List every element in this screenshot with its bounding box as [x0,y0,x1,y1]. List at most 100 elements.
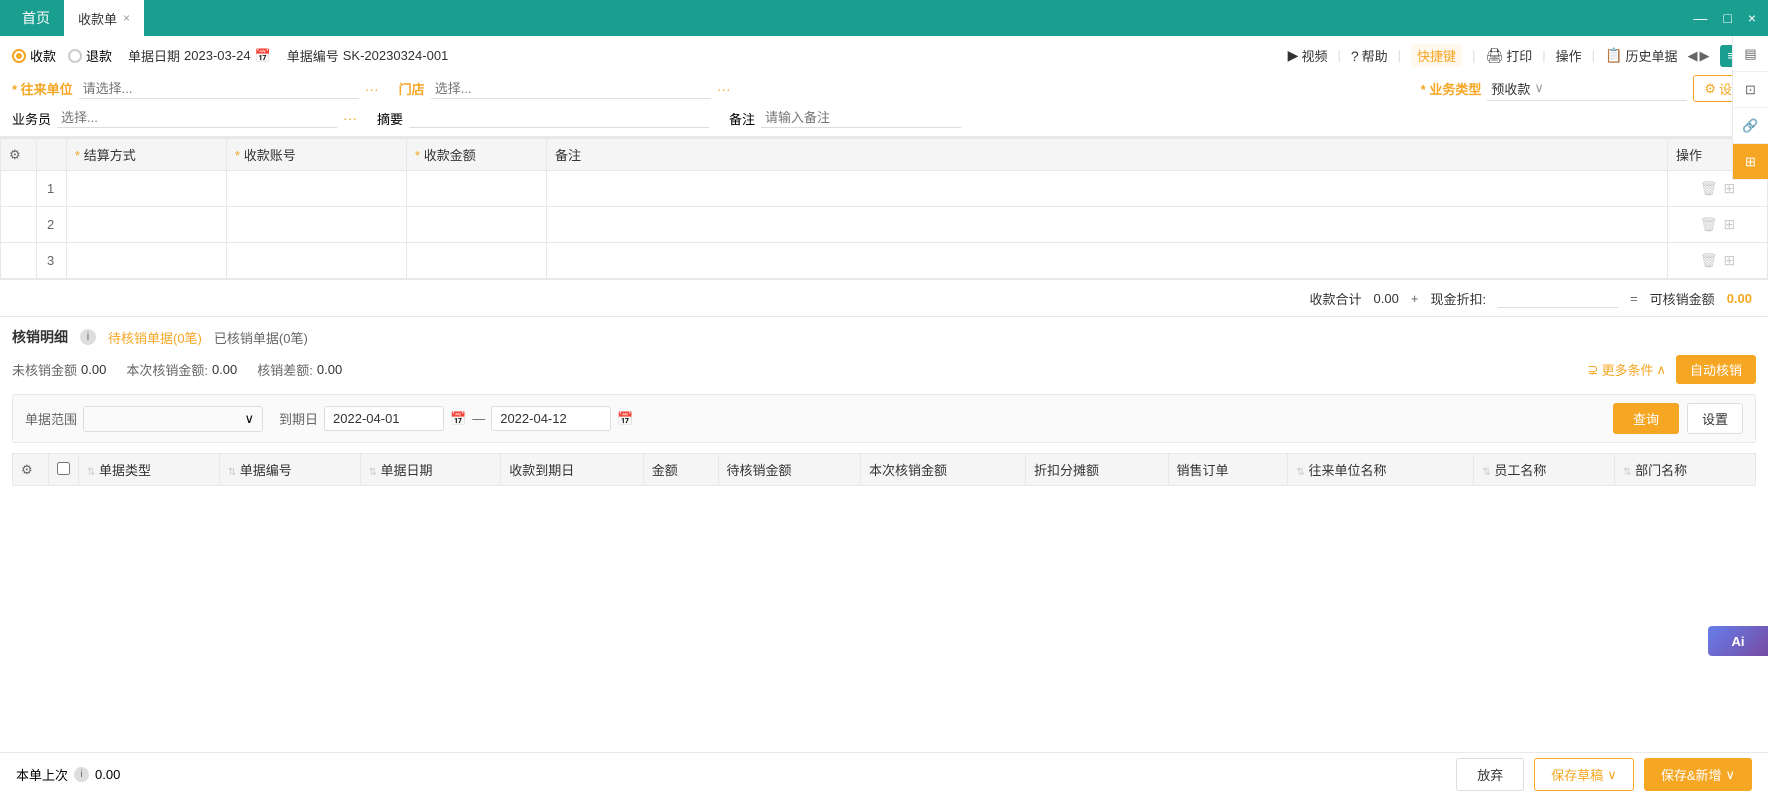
salesperson-input[interactable] [57,108,337,128]
calendar-from-icon[interactable]: 📅 [450,411,466,427]
nav-tab-close-icon[interactable]: × [123,11,130,25]
sidebar-link-icon-btn[interactable]: 🔗 [1733,108,1768,144]
radio-refund[interactable]: 退款 [68,46,112,65]
copy-icon-1[interactable]: ⊞ [1724,180,1736,197]
sep1: | [1337,48,1340,63]
query-btn[interactable]: 查询 [1613,403,1679,434]
win-maximize-btn[interactable]: □ [1719,10,1735,26]
delete-icon-2[interactable]: 🗑 [1700,216,1718,233]
salesperson-more-icon[interactable]: ··· [343,110,357,126]
range-select[interactable]: ∨ [83,406,263,432]
radio-refund-label: 退款 [86,46,112,65]
save-draft-label: 保存草稿 [1551,765,1603,784]
account-cell-2[interactable] [227,207,407,243]
arrow-right-icon[interactable]: ▶ [1700,48,1710,64]
note-cell-2[interactable] [547,207,1668,243]
shortcut-label: 快捷键 [1417,46,1456,65]
cash-label: 现金折扣: [1430,289,1486,308]
hexiao-header: 核销明细 i 待核销单据(0笔) 已核销单据(0笔) [12,327,1756,347]
footer-info-icon[interactable]: i [74,767,89,782]
date-to-input[interactable] [491,406,611,431]
top-nav: 首页 收款单 × — □ × [0,0,1768,36]
store-more-icon[interactable]: ··· [717,81,731,97]
save-draft-btn[interactable]: 保存草稿 ∨ [1534,758,1634,791]
save-new-label: 保存&新增 [1661,765,1722,784]
sidebar-expand-icon-btn[interactable]: ⊞ [1733,144,1768,180]
table-gear-icon[interactable]: ⚙ [9,147,21,162]
bottom-gear-th[interactable]: ⚙ [13,454,49,486]
abandon-btn[interactable]: 放弃 [1456,758,1524,791]
delete-icon-3[interactable]: 🗑 [1700,252,1718,269]
business-type-value: 预收款 [1491,79,1530,98]
save-draft-arrow-icon: ∨ [1607,767,1617,783]
copy-icon-2[interactable]: ⊞ [1724,216,1736,233]
hexiao-done-tab[interactable]: 已核销单据(0笔) [214,328,308,347]
more-conditions-btn[interactable]: ⊋ 更多条件 ∧ [1588,360,1666,379]
radio-refund-dot [68,49,82,63]
form-header-row3: 业务员 ··· 摘要 备注 [12,108,1756,128]
win-close-btn[interactable]: × [1744,10,1760,26]
sidebar-grid-icon-btn[interactable]: ⊡ [1733,72,1768,108]
settlement-cell-1[interactable] [67,171,227,207]
settlement-cell-3[interactable] [67,243,227,279]
win-minimize-btn[interactable]: — [1689,10,1711,26]
business-type-select[interactable]: 预收款 ∨ [1487,77,1687,101]
amount-cell-2[interactable] [407,207,547,243]
bottom-gear-icon[interactable]: ⚙ [21,462,33,477]
copy-icon-3[interactable]: ⊞ [1724,252,1736,269]
more-cond-label: 更多条件 [1601,360,1653,379]
arrow-left-icon[interactable]: ◀ [1688,48,1698,64]
print-icon: 🖨 [1485,47,1503,64]
account-cell-3[interactable] [227,243,407,279]
account-cell-1[interactable] [227,171,407,207]
page-footer: 本单上次 i 0.00 放弃 保存草稿 ∨ 保存&新增 ∨ [0,752,1768,796]
sidebar-table-icon: ▤ [1744,46,1756,62]
pending-th: 待核销金额 [718,454,860,486]
action-cell-2: 🗑 ⊞ [1668,207,1768,243]
total-value: 0.00 [1374,291,1399,306]
date-value[interactable]: 2023-03-24 [184,48,251,63]
delete-icon-1[interactable]: 🗑 [1700,180,1718,197]
calendar-to-icon[interactable]: 📅 [617,411,633,427]
sidebar-table-icon-btn[interactable]: ▤ [1733,36,1768,72]
number-field: 单据编号 SK-20230324-001 [287,46,449,65]
radio-receive[interactable]: 收款 [12,46,56,65]
amount-cell-3[interactable] [407,243,547,279]
video-label: 视频 [1301,46,1327,65]
calendar-icon[interactable]: 📅 [255,48,271,64]
hexiao-info-icon[interactable]: i [80,329,96,345]
help-btn[interactable]: ? 帮助 [1351,46,1388,65]
table-settings-th[interactable]: ⚙ [1,139,37,171]
video-icon: ▶ [1288,47,1299,64]
nav-tab-receipt[interactable]: 收款单 × [64,0,144,36]
counterpart-label: * 往来单位 [12,79,73,98]
save-new-btn[interactable]: 保存&新增 ∨ [1644,758,1752,791]
print-btn[interactable]: 🖨 打印 [1485,46,1532,65]
summary-input[interactable] [409,108,709,128]
counterpart-more-icon[interactable]: ··· [365,81,379,97]
hexiao-filter-form: 单据范围 ∨ 到期日 📅 — 📅 查询 设置 [12,394,1756,443]
settlement-cell-2[interactable] [67,207,227,243]
diff-stat: 核销差额: 0.00 [257,360,342,379]
ai-button[interactable]: Ai [1708,626,1768,656]
filter-settings-btn[interactable]: 设置 [1687,403,1743,434]
video-btn[interactable]: ▶ 视频 [1288,46,1328,65]
counterpart-input[interactable] [79,79,359,99]
receipts-table: ⚙ * 结算方式 * 收款账号 * 收款金额 备注 [0,138,1768,279]
cash-discount-input[interactable] [1498,288,1618,308]
shortcut-btn[interactable]: 快捷键 [1411,44,1462,67]
history-btn[interactable]: 📋 历史单据 [1605,46,1677,65]
nav-home[interactable]: 首页 [8,0,64,36]
note-input[interactable] [761,108,961,128]
bottom-check-th[interactable] [49,454,79,486]
note-cell-1[interactable] [547,171,1668,207]
select-all-checkbox[interactable] [57,462,70,475]
note-cell-3[interactable] [547,243,1668,279]
amount-cell-1[interactable] [407,171,547,207]
date-from-input[interactable] [324,406,444,431]
table-row: 1 🗑 ⊞ [1,171,1768,207]
store-input[interactable] [431,79,711,99]
hexiao-pending-tab[interactable]: 待核销单据(0笔) [108,328,202,347]
operation-btn[interactable]: 操作 [1556,46,1582,65]
auto-hexiao-btn[interactable]: 自动核销 [1676,355,1756,384]
